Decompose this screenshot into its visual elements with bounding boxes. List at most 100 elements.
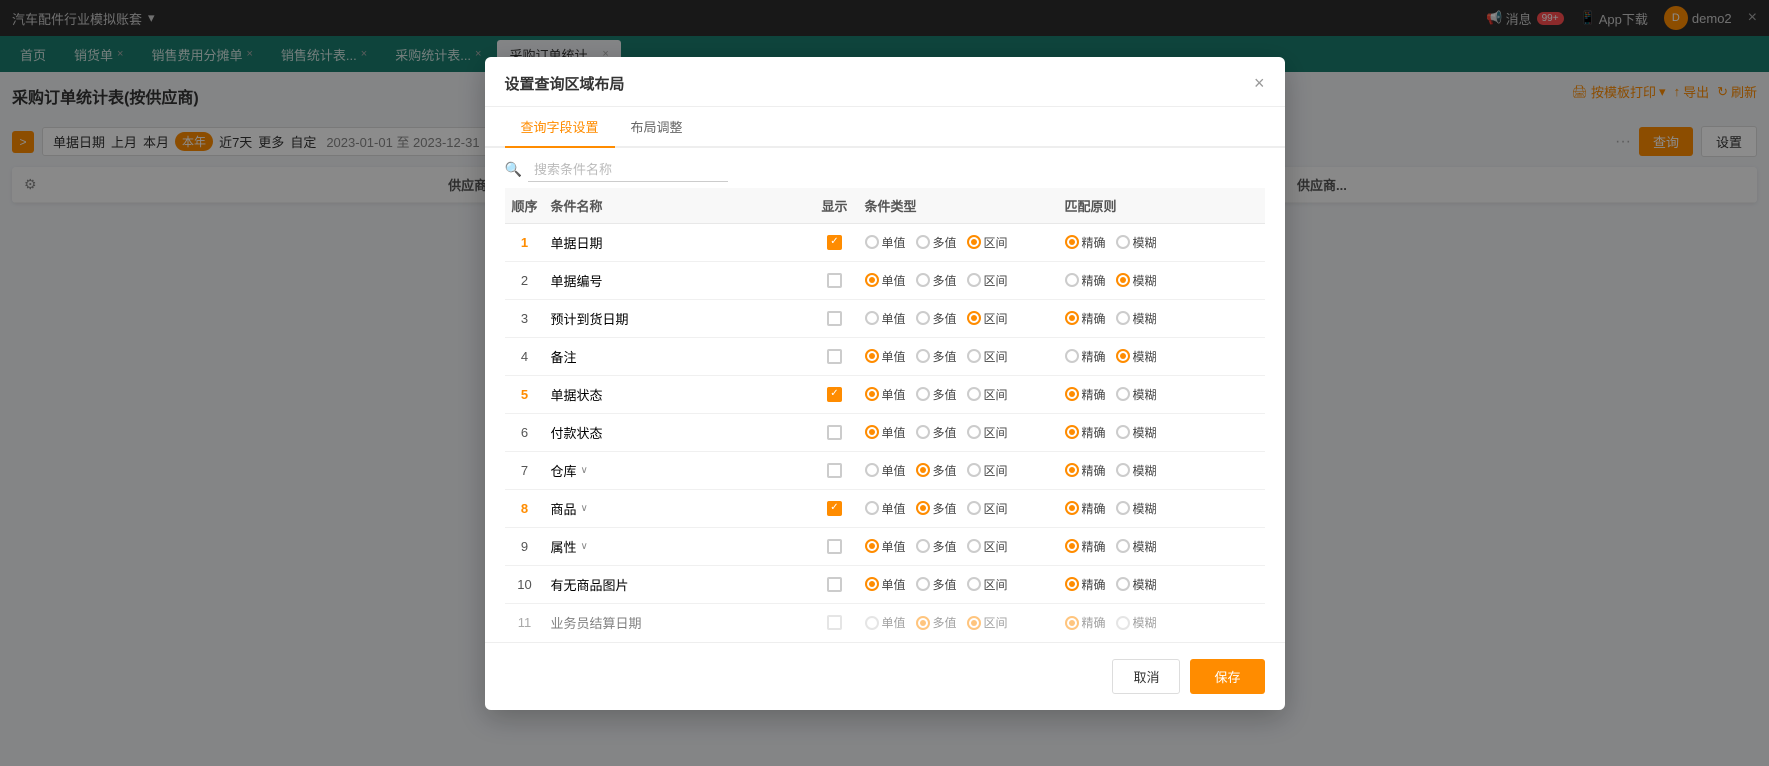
radio-match-exact[interactable]: 精确	[1065, 424, 1106, 441]
row-display-checkbox[interactable]	[805, 577, 865, 592]
radio-type-single[interactable]: 单值	[865, 234, 906, 251]
radio-match-exact[interactable]: 精确	[1065, 614, 1106, 631]
radio-type-range[interactable]: 区间	[967, 272, 1008, 289]
save-button[interactable]: 保存	[1190, 659, 1264, 694]
radio-label-multi: 多值	[933, 272, 957, 289]
radio-match-fuzzy[interactable]: 模糊	[1116, 234, 1157, 251]
row-display-checkbox[interactable]	[805, 539, 865, 554]
checkbox-display[interactable]	[827, 501, 842, 516]
row-display-checkbox[interactable]	[805, 273, 865, 288]
radio-match-fuzzy[interactable]: 模糊	[1116, 310, 1157, 327]
search-input[interactable]	[528, 158, 728, 182]
row-display-checkbox[interactable]	[805, 349, 865, 364]
dialog-table-row: 3预计到货日期单值多值区间精确模糊	[505, 300, 1265, 338]
radio-type-range[interactable]: 区间	[967, 500, 1008, 517]
radio-type-range[interactable]: 区间	[967, 614, 1008, 631]
radio-match-fuzzy[interactable]: 模糊	[1116, 576, 1157, 593]
radio-type-multi[interactable]: 多值	[916, 348, 957, 365]
radio-type-range[interactable]: 区间	[967, 386, 1008, 403]
radio-type-single[interactable]: 单值	[865, 576, 906, 593]
radio-type-range[interactable]: 区间	[967, 576, 1008, 593]
radio-label-single: 单值	[882, 272, 906, 289]
radio-match-circle-exact	[1065, 616, 1079, 630]
radio-label-multi: 多值	[933, 310, 957, 327]
radio-match-exact[interactable]: 精确	[1065, 234, 1106, 251]
radio-type-single[interactable]: 单值	[865, 386, 906, 403]
checkbox-display[interactable]	[827, 463, 842, 478]
radio-label-multi: 多值	[933, 234, 957, 251]
radio-match-exact[interactable]: 精确	[1065, 500, 1106, 517]
row-display-checkbox[interactable]	[805, 425, 865, 440]
radio-type-range[interactable]: 区间	[967, 424, 1008, 441]
radio-type-multi[interactable]: 多值	[916, 538, 957, 555]
radio-match-exact[interactable]: 精确	[1065, 386, 1106, 403]
radio-type-multi[interactable]: 多值	[916, 424, 957, 441]
radio-type-multi[interactable]: 多值	[916, 500, 957, 517]
checkbox-display[interactable]	[827, 235, 842, 250]
radio-match-fuzzy[interactable]: 模糊	[1116, 538, 1157, 555]
radio-type-multi[interactable]: 多值	[916, 272, 957, 289]
radio-match-exact[interactable]: 精确	[1065, 538, 1106, 555]
row-display-checkbox[interactable]	[805, 463, 865, 478]
radio-type-multi[interactable]: 多值	[916, 462, 957, 479]
radio-type-range[interactable]: 区间	[967, 348, 1008, 365]
radio-match-fuzzy[interactable]: 模糊	[1116, 500, 1157, 517]
checkbox-display[interactable]	[827, 273, 842, 288]
radio-match-exact[interactable]: 精确	[1065, 272, 1106, 289]
radio-type-multi[interactable]: 多值	[916, 234, 957, 251]
radio-match-exact[interactable]: 精确	[1065, 576, 1106, 593]
checkbox-display[interactable]	[827, 311, 842, 326]
row-display-checkbox[interactable]	[805, 501, 865, 516]
radio-type-multi[interactable]: 多值	[916, 386, 957, 403]
radio-label-range: 区间	[984, 234, 1008, 251]
radio-match-fuzzy[interactable]: 模糊	[1116, 424, 1157, 441]
checkbox-display[interactable]	[827, 539, 842, 554]
radio-type-range[interactable]: 区间	[967, 310, 1008, 327]
row-display-checkbox[interactable]	[805, 311, 865, 326]
row-display-checkbox[interactable]	[805, 387, 865, 402]
checkbox-display[interactable]	[827, 387, 842, 402]
radio-type-range[interactable]: 区间	[967, 462, 1008, 479]
checkbox-display[interactable]	[827, 577, 842, 592]
radio-type-single[interactable]: 单值	[865, 310, 906, 327]
dialog-close-button[interactable]: ×	[1254, 74, 1265, 92]
radio-circle-range	[967, 539, 981, 553]
radio-circle-single	[865, 616, 879, 630]
radio-type-single[interactable]: 单值	[865, 348, 906, 365]
dropdown-arrow-icon[interactable]: ∨	[581, 503, 588, 514]
radio-type-multi[interactable]: 多值	[916, 576, 957, 593]
dropdown-arrow-icon[interactable]: ∨	[581, 541, 588, 552]
radio-type-multi[interactable]: 多值	[916, 310, 957, 327]
radio-match-fuzzy[interactable]: 模糊	[1116, 614, 1157, 631]
dropdown-arrow-icon[interactable]: ∨	[581, 465, 588, 476]
row-match-radio-group: 精确模糊	[1065, 272, 1265, 289]
dialog-table-header: 顺序 条件名称 显示 条件类型 匹配原则	[505, 188, 1265, 224]
row-display-checkbox[interactable]	[805, 615, 865, 630]
row-display-checkbox[interactable]	[805, 235, 865, 250]
radio-type-single[interactable]: 单值	[865, 462, 906, 479]
checkbox-display[interactable]	[827, 349, 842, 364]
radio-circle-multi	[916, 387, 930, 401]
radio-type-single[interactable]: 单值	[865, 614, 906, 631]
checkbox-display[interactable]	[827, 615, 842, 630]
radio-type-range[interactable]: 区间	[967, 234, 1008, 251]
radio-match-fuzzy[interactable]: 模糊	[1116, 462, 1157, 479]
radio-match-exact[interactable]: 精确	[1065, 310, 1106, 327]
radio-type-single[interactable]: 单值	[865, 272, 906, 289]
radio-match-fuzzy[interactable]: 模糊	[1116, 272, 1157, 289]
radio-type-range[interactable]: 区间	[967, 538, 1008, 555]
radio-type-multi[interactable]: 多值	[916, 614, 957, 631]
radio-match-exact[interactable]: 精确	[1065, 348, 1106, 365]
radio-type-single[interactable]: 单值	[865, 500, 906, 517]
tab-layout[interactable]: 布局调整	[615, 107, 699, 148]
radio-match-fuzzy[interactable]: 模糊	[1116, 386, 1157, 403]
radio-type-single[interactable]: 单值	[865, 538, 906, 555]
radio-match-fuzzy[interactable]: 模糊	[1116, 348, 1157, 365]
cancel-button[interactable]: 取消	[1112, 659, 1180, 694]
radio-match-circle-exact	[1065, 577, 1079, 591]
radio-type-single[interactable]: 单值	[865, 424, 906, 441]
tab-query-fields[interactable]: 查询字段设置	[505, 107, 615, 148]
radio-match-exact[interactable]: 精确	[1065, 462, 1106, 479]
radio-circle-range	[967, 349, 981, 363]
checkbox-display[interactable]	[827, 425, 842, 440]
